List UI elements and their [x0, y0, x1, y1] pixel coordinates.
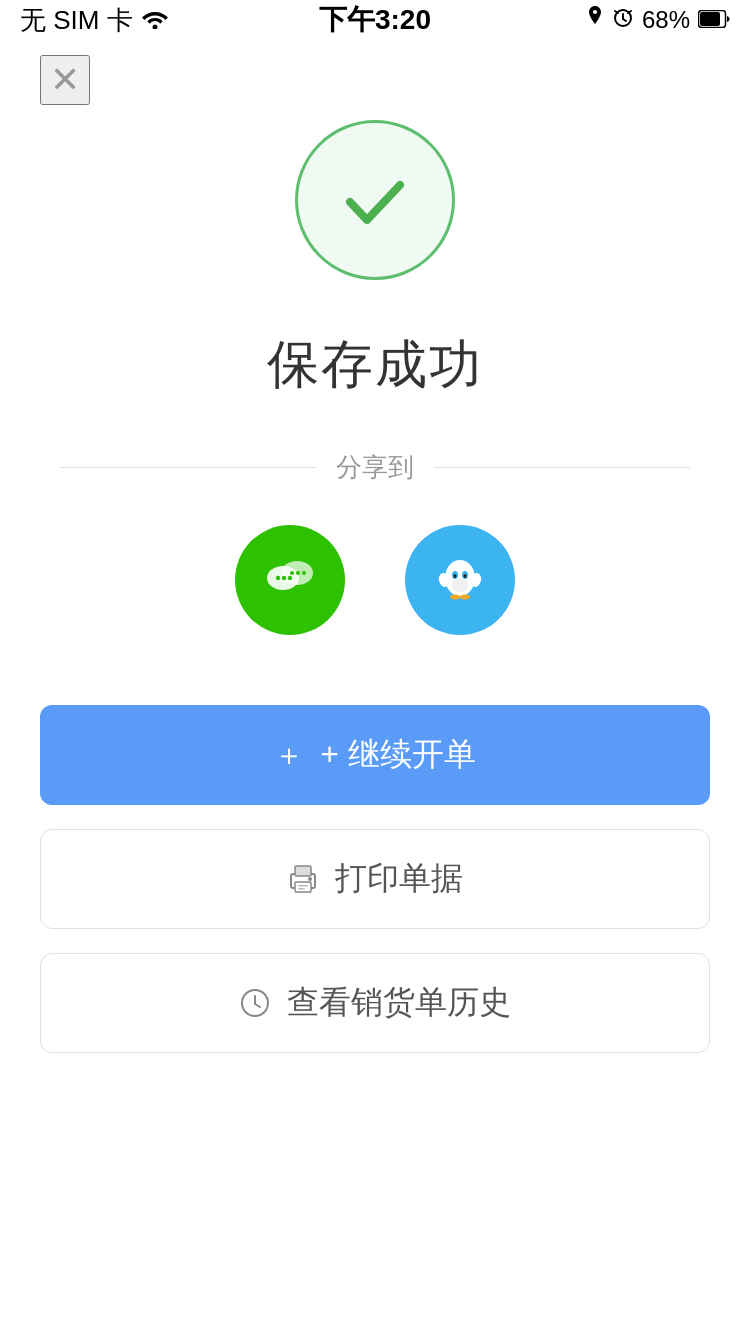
- svg-rect-24: [295, 866, 311, 876]
- history-icon: [239, 987, 271, 1019]
- qq-icon: [430, 550, 490, 610]
- svg-point-6: [276, 576, 280, 580]
- close-button[interactable]: ✕: [40, 55, 90, 105]
- svg-point-9: [290, 571, 294, 575]
- close-icon: ✕: [50, 62, 80, 98]
- svg-point-8: [288, 576, 292, 580]
- svg-point-15: [454, 574, 457, 578]
- divider-line-left: [60, 467, 316, 468]
- history-button[interactable]: 查看销货单历史: [40, 953, 710, 1053]
- share-divider: 分享到: [0, 450, 750, 485]
- continue-label: + 继续开单: [320, 733, 476, 777]
- continue-button[interactable]: ＋ + 继续开单: [40, 705, 710, 805]
- status-left: 无 SIM 卡: [20, 3, 169, 38]
- print-button[interactable]: 打印单据: [40, 829, 710, 929]
- svg-point-22: [460, 595, 470, 600]
- qq-share-button[interactable]: [405, 525, 515, 635]
- svg-point-11: [302, 571, 306, 575]
- status-bar: 无 SIM 卡 下午3:20 68%: [0, 0, 750, 40]
- wifi-icon: [141, 5, 169, 36]
- action-buttons: ＋ + 继续开单 打印单据: [0, 705, 750, 1053]
- svg-point-16: [464, 574, 467, 578]
- alarm-icon: [612, 6, 634, 34]
- svg-point-18: [452, 578, 468, 592]
- plus-icon: ＋: [274, 735, 304, 776]
- svg-rect-25: [295, 882, 311, 892]
- battery-icon: [698, 6, 730, 34]
- svg-point-7: [282, 576, 286, 580]
- svg-rect-26: [298, 885, 308, 887]
- success-circle: [295, 120, 455, 280]
- main-content: 保存成功 分享到: [0, 40, 750, 1053]
- divider-line-right: [434, 467, 690, 468]
- status-right: 68%: [586, 6, 730, 34]
- checkmark-icon: [335, 160, 415, 240]
- location-icon: [586, 6, 604, 34]
- history-label: 查看销货单历史: [287, 981, 511, 1025]
- battery-percent: 68%: [642, 6, 690, 34]
- svg-rect-3: [700, 12, 720, 26]
- no-sim-text: 无 SIM 卡: [20, 3, 133, 38]
- wechat-share-button[interactable]: [235, 525, 345, 635]
- status-time: 下午3:20: [319, 1, 431, 39]
- svg-point-0: [152, 24, 157, 29]
- printer-icon: [287, 864, 319, 894]
- success-title: 保存成功: [267, 330, 483, 400]
- print-label: 打印单据: [335, 857, 463, 901]
- svg-point-28: [308, 877, 312, 881]
- svg-rect-27: [298, 888, 305, 890]
- svg-point-10: [296, 571, 300, 575]
- wechat-icon: [260, 550, 320, 610]
- svg-point-21: [450, 595, 460, 600]
- share-divider-text: 分享到: [316, 450, 434, 485]
- share-icons: [235, 525, 515, 635]
